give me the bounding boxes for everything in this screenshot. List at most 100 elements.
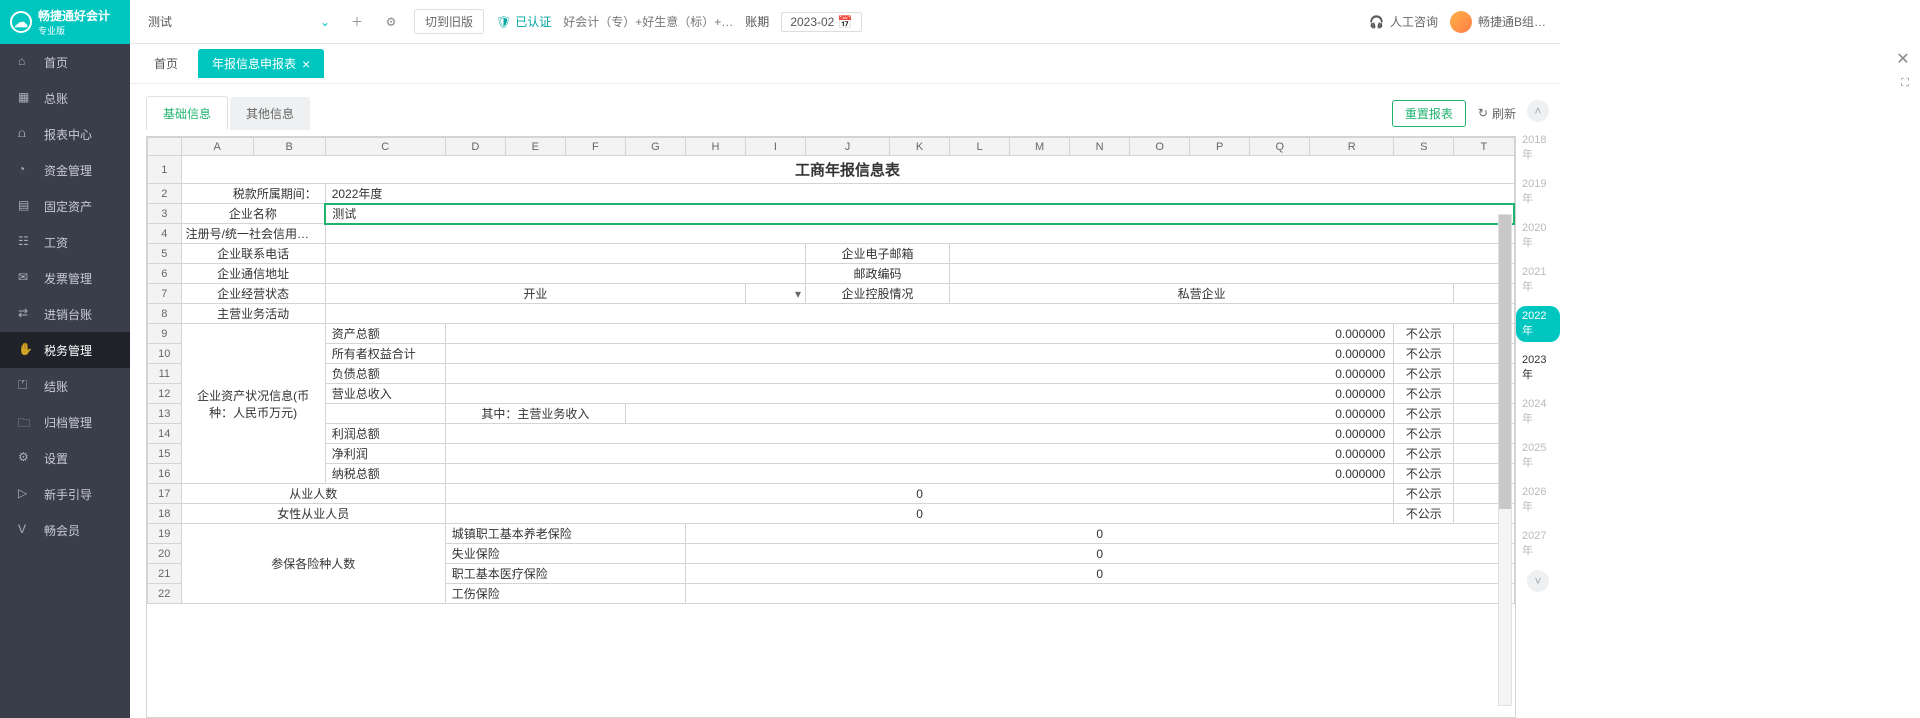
col-E[interactable]: E [505, 138, 565, 156]
old-version-button[interactable]: 切到旧版 [414, 9, 484, 34]
row-header[interactable]: 22 [148, 584, 182, 604]
cell-input[interactable] [325, 264, 805, 284]
row-header[interactable]: 19 [148, 524, 182, 544]
cell-dropdown[interactable]: 不公示 [1394, 484, 1454, 504]
row-header[interactable]: 3 [148, 204, 182, 224]
cell-dropdown[interactable]: 不公示 [1394, 444, 1454, 464]
row-header[interactable]: 8 [148, 304, 182, 324]
row-header[interactable]: 16 [148, 464, 182, 484]
nav-setting[interactable]: ⚙设置 [0, 440, 130, 476]
col-P[interactable]: P [1190, 138, 1250, 156]
cell-value[interactable]: 0.000000 [445, 444, 1394, 464]
spreadsheet[interactable]: ABCDEFGHIJKLMNOPQRST 1工商年报信息表 2税款所属期间：20… [146, 136, 1516, 718]
company-name-cell[interactable]: 测试 [325, 204, 1514, 224]
cell-value[interactable]: 0.000000 [445, 364, 1394, 384]
year-down-button[interactable]: ˅ [1527, 570, 1549, 592]
row-header[interactable]: 15 [148, 444, 182, 464]
row-header[interactable]: 6 [148, 264, 182, 284]
cell-value[interactable]: 0.000000 [445, 424, 1394, 444]
nav-tax[interactable]: ✋税务管理 [0, 332, 130, 368]
tab-annual-report[interactable]: 年报信息申报表× [198, 49, 324, 78]
cell-value[interactable]: 0.000000 [445, 384, 1394, 404]
year-option-selected[interactable]: 2022年 [1516, 306, 1560, 342]
cell-dropdown[interactable]: 不公示 [1394, 364, 1454, 384]
cell-input[interactable] [325, 244, 805, 264]
scrollbar-vertical[interactable] [1498, 214, 1512, 706]
cell-value[interactable]: 0 [685, 524, 1514, 544]
nav-guide[interactable]: ▷新手引导 [0, 476, 130, 512]
dropdown-toggle[interactable] [745, 284, 805, 304]
add-button[interactable]: ＋ [346, 11, 368, 33]
nav-salary[interactable]: ☷工资 [0, 224, 130, 260]
corner-cell[interactable] [148, 138, 182, 156]
year-option[interactable]: 2019年 [1516, 174, 1560, 210]
row-header[interactable]: 5 [148, 244, 182, 264]
nav-archive[interactable]: 🗀归档管理 [0, 404, 130, 440]
cell-input[interactable] [950, 264, 1514, 284]
year-option[interactable]: 2021年 [1516, 262, 1560, 298]
nav-invoice[interactable]: ✉发票管理 [0, 260, 130, 296]
nav-asset[interactable]: ▤固定资产 [0, 188, 130, 224]
year-option[interactable]: 2018年 [1516, 130, 1560, 166]
refresh-button[interactable]: ↻ 刷新 [1478, 105, 1516, 122]
cell-value[interactable]: 0 [445, 484, 1394, 504]
row-header[interactable]: 21 [148, 564, 182, 584]
nav-ledger[interactable]: ▦总账 [0, 80, 130, 116]
cell-value[interactable]: 0 [685, 544, 1514, 564]
year-option[interactable]: 2026年 [1516, 482, 1560, 518]
scroll-thumb[interactable] [1499, 215, 1511, 509]
cell-value[interactable]: 0.000000 [625, 404, 1393, 424]
cell-value[interactable]: 0 [445, 504, 1394, 524]
cell-dropdown[interactable]: 不公示 [1394, 344, 1454, 364]
col-F[interactable]: F [565, 138, 625, 156]
subtab-other[interactable]: 其他信息 [230, 97, 310, 130]
cell-dropdown[interactable]: 不公示 [1394, 384, 1454, 404]
col-K[interactable]: K [890, 138, 950, 156]
expand-button[interactable]: ⛶ [1896, 74, 1914, 92]
col-G[interactable]: G [625, 138, 685, 156]
cell-dropdown[interactable]: 不公示 [1394, 504, 1454, 524]
col-C[interactable]: C [325, 138, 445, 156]
year-option[interactable]: 2024年 [1516, 394, 1560, 430]
row-header[interactable]: 7 [148, 284, 182, 304]
cell-value[interactable] [685, 584, 1514, 604]
close-tab-button[interactable]: ✕ [1892, 48, 1914, 70]
cell-dropdown[interactable]: 私营企业 [950, 284, 1454, 304]
col-O[interactable]: O [1130, 138, 1190, 156]
nav-stock[interactable]: ⇄进销台账 [0, 296, 130, 332]
year-option[interactable]: 2025年 [1516, 438, 1560, 474]
col-I[interactable]: I [745, 138, 805, 156]
user-menu[interactable]: 畅捷通B组… [1450, 11, 1546, 33]
col-T[interactable]: T [1454, 138, 1514, 156]
col-L[interactable]: L [950, 138, 1010, 156]
cell-dropdown[interactable]: 开业 [325, 284, 745, 304]
cell-value[interactable]: 0.000000 [445, 324, 1394, 344]
row-header[interactable]: 17 [148, 484, 182, 504]
row-header[interactable]: 11 [148, 364, 182, 384]
year-up-button[interactable]: ˄ [1527, 100, 1549, 122]
col-M[interactable]: M [1010, 138, 1070, 156]
cell-dropdown[interactable]: 不公示 [1394, 324, 1454, 344]
col-R[interactable]: R [1310, 138, 1394, 156]
col-Q[interactable]: Q [1250, 138, 1310, 156]
period-picker[interactable]: 2023-02 📅 [781, 12, 861, 32]
col-D[interactable]: D [445, 138, 505, 156]
col-N[interactable]: N [1070, 138, 1130, 156]
cell-input[interactable] [950, 244, 1514, 264]
row-header[interactable]: 20 [148, 544, 182, 564]
cell-value[interactable]: 0.000000 [445, 344, 1394, 364]
settings-button[interactable]: ⚙ [380, 11, 402, 33]
subtab-basic[interactable]: 基础信息 [146, 96, 228, 130]
row-header[interactable]: 13 [148, 404, 182, 424]
year-option[interactable]: 2020年 [1516, 218, 1560, 254]
support-link[interactable]: 🎧 人工咨询 [1369, 13, 1438, 30]
cell-input[interactable] [325, 304, 1514, 324]
col-A[interactable]: A [181, 138, 253, 156]
col-S[interactable]: S [1394, 138, 1454, 156]
col-B[interactable]: B [253, 138, 325, 156]
cell-input[interactable] [325, 224, 1514, 244]
nav-reports[interactable]: ⩍报表中心 [0, 116, 130, 152]
row-header[interactable]: 12 [148, 384, 182, 404]
row-header[interactable]: 9 [148, 324, 182, 344]
tab-home[interactable]: 首页 [140, 49, 192, 78]
